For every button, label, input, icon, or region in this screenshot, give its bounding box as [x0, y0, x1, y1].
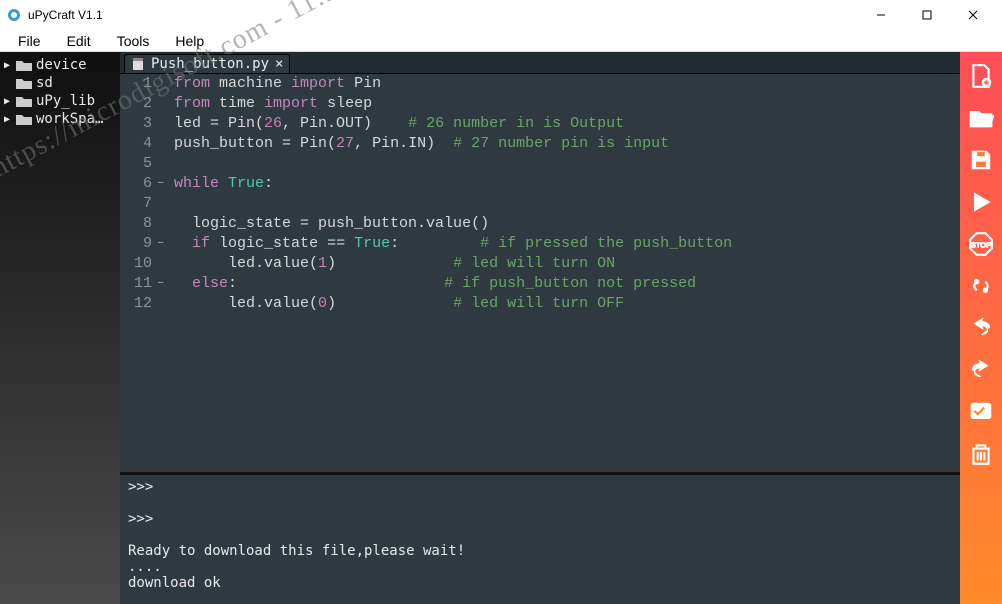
right-toolbar: STOP — [960, 52, 1002, 604]
maximize-button[interactable] — [904, 0, 950, 30]
folder-icon — [16, 95, 32, 107]
close-button[interactable] — [950, 0, 996, 30]
run-button[interactable] — [965, 186, 997, 218]
tree-label: sd — [36, 75, 53, 91]
tree-arrow-icon: ▶ — [2, 60, 12, 71]
menu-tools[interactable]: Tools — [105, 31, 162, 51]
tree-item-upylib[interactable]: ▶ uPy_lib — [0, 92, 120, 110]
tree-arrow-icon: ▶ — [2, 96, 12, 107]
line-gutter: 123456−789−1011−12 — [120, 74, 174, 472]
file-icon — [131, 57, 145, 71]
open-file-button[interactable] — [965, 102, 997, 134]
workspace: ▶ device sd ▶ uPy_lib ▶ workSpa… Push_bu… — [0, 52, 1002, 604]
redo-button[interactable] — [965, 354, 997, 386]
folder-icon — [16, 113, 32, 125]
undo-button[interactable] — [965, 312, 997, 344]
tree-label: uPy_lib — [36, 93, 95, 109]
menubar: File Edit Tools Help — [0, 30, 1002, 52]
tree-item-sd[interactable]: sd — [0, 74, 120, 92]
main-column: Push_button.py × 123456−789−1011−12 from… — [120, 52, 960, 604]
check-button[interactable] — [965, 396, 997, 428]
tree-label: workSpa… — [36, 111, 103, 127]
editor-tabs: Push_button.py × — [120, 52, 960, 74]
tree-item-device[interactable]: ▶ device — [0, 56, 120, 74]
console-output[interactable]: >>> >>> Ready to download this file,plea… — [120, 472, 960, 604]
app-title: uPyCraft V1.1 — [28, 8, 103, 22]
minimize-button[interactable] — [858, 0, 904, 30]
menu-file[interactable]: File — [6, 31, 53, 51]
connect-button[interactable] — [965, 270, 997, 302]
file-tree[interactable]: ▶ device sd ▶ uPy_lib ▶ workSpa… — [0, 52, 120, 604]
tab-label: Push_button.py — [151, 56, 269, 72]
tree-arrow-icon: ▶ — [2, 114, 12, 125]
svg-text:STOP: STOP — [971, 240, 992, 249]
tab-close-icon[interactable]: × — [275, 56, 283, 72]
code-editor[interactable]: 123456−789−1011−12 from machine import P… — [120, 74, 960, 472]
clear-button[interactable] — [965, 438, 997, 470]
app-icon — [6, 7, 22, 23]
titlebar: uPyCraft V1.1 — [0, 0, 1002, 30]
save-button[interactable] — [965, 144, 997, 176]
tree-item-workspace[interactable]: ▶ workSpa… — [0, 110, 120, 128]
new-file-button[interactable] — [965, 60, 997, 92]
menu-edit[interactable]: Edit — [55, 31, 103, 51]
code-area[interactable]: from machine import Pinfrom time import … — [174, 74, 960, 472]
stop-button[interactable]: STOP — [965, 228, 997, 260]
folder-icon — [16, 59, 32, 71]
tab-push-button[interactable]: Push_button.py × — [124, 54, 290, 73]
menu-help[interactable]: Help — [163, 31, 216, 51]
folder-icon — [16, 77, 32, 89]
tree-label: device — [36, 57, 87, 73]
